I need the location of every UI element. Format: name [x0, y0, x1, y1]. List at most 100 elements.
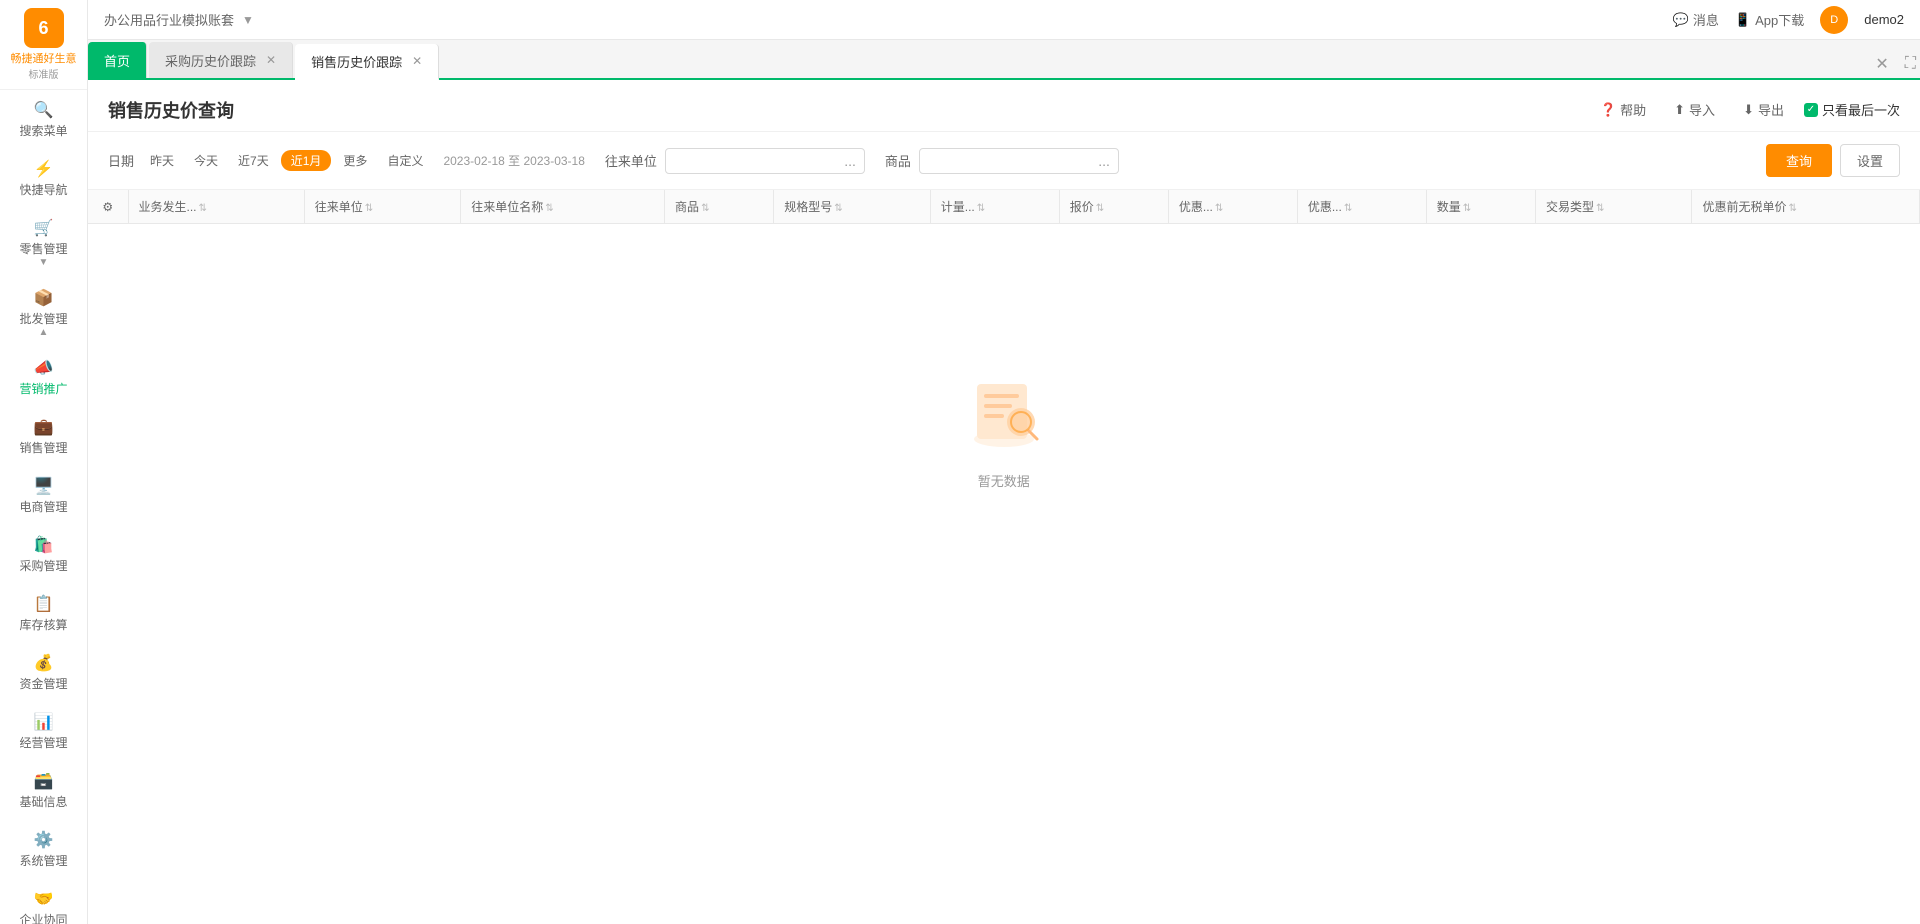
col-product[interactable]: 商品⇅ — [665, 190, 774, 224]
partner-dots-icon: ... — [844, 153, 856, 169]
checkbox-icon: ✓ — [1804, 103, 1818, 117]
logo-text: 畅捷通好生意 — [11, 50, 77, 66]
app-logo: 6 畅捷通好生意 标准版 — [0, 0, 87, 90]
sort-icon-spec: ⇅ — [834, 203, 842, 214]
table-header: ⚙ 业务发生...⇅ 往来单位⇅ 往来单位名称⇅ 商品⇅ — [88, 190, 1920, 224]
product-filter-group: 商品 ... — [885, 148, 1119, 174]
product-input[interactable]: ... — [919, 148, 1119, 174]
col-settings[interactable]: ⚙ — [88, 190, 128, 224]
col-unit[interactable]: 计量...⇅ — [930, 190, 1059, 224]
sidebar-item-enterprise[interactable]: 🤝 企业协同 — [0, 879, 87, 924]
search-icon: 🔍 — [34, 100, 54, 120]
empty-state: 暂无数据 — [88, 224, 1920, 624]
wholesale-icon: 📦 — [34, 288, 54, 308]
avatar-text: D — [1830, 14, 1838, 26]
col-partner-code[interactable]: 往来单位⇅ — [304, 190, 461, 224]
purchase-icon: 🛍️ — [34, 535, 54, 555]
sidebar: 6 畅捷通好生意 标准版 🔍 搜索菜单 ⚡ 快捷导航 🛒 零售管理 ▼ 📦 批发… — [0, 0, 88, 924]
sidebar-item-ecommerce[interactable]: 🖥️ 电商管理 — [0, 466, 87, 525]
topbar-dropdown[interactable]: ▼ — [242, 13, 254, 27]
col-quantity[interactable]: 数量⇅ — [1426, 190, 1535, 224]
sidebar-item-search-label: 搜索菜单 — [19, 122, 67, 139]
settings-button[interactable]: 设置 — [1840, 144, 1900, 177]
date-filter-group: 日期 昨天 今天 近7天 近1月 更多 自定义 2023-02-18 至 202… — [108, 150, 585, 171]
col-spec[interactable]: 规格型号⇅ — [774, 190, 931, 224]
table-container: ⚙ 业务发生...⇅ 往来单位⇅ 往来单位名称⇅ 商品⇅ — [88, 190, 1920, 924]
sidebar-item-inventory[interactable]: 📋 库存核算 — [0, 584, 87, 643]
window-close-button[interactable]: ✕ — [1871, 50, 1892, 78]
sort-icon-discount2: ⇅ — [1344, 203, 1352, 214]
filter-area: 日期 昨天 今天 近7天 近1月 更多 自定义 2023-02-18 至 202… — [88, 132, 1920, 190]
sort-icon-pre-tax-price: ⇅ — [1788, 203, 1796, 214]
partner-input[interactable]: ... — [665, 148, 865, 174]
import-button[interactable]: ⬆ 导入 — [1666, 96, 1723, 123]
chevron-up-icon: ▲ — [39, 327, 49, 338]
sidebar-item-operation[interactable]: 📊 经营管理 — [0, 702, 87, 761]
sidebar-item-wholesale[interactable]: 📦 批发管理 ▲ — [0, 278, 87, 348]
date-btn-yesterday[interactable]: 昨天 — [142, 150, 182, 171]
user-avatar[interactable]: D — [1820, 6, 1848, 34]
sidebar-item-marketing[interactable]: 📣 营销推广 — [0, 348, 87, 407]
col-partner-name[interactable]: 往来单位名称⇅ — [461, 190, 665, 224]
sidebar-item-retail[interactable]: 🛒 零售管理 ▼ — [0, 208, 87, 278]
sidebar-item-basic[interactable]: 🗃️ 基础信息 — [0, 761, 87, 820]
sidebar-item-system[interactable]: ⚙️ 系统管理 — [0, 820, 87, 879]
sidebar-item-marketing-label: 营销推广 — [19, 380, 67, 397]
finance-icon: 💰 — [34, 653, 54, 673]
sidebar-item-inventory-label: 库存核算 — [19, 616, 67, 633]
sort-icon-partner-name: ⇅ — [545, 203, 553, 214]
sidebar-item-ecommerce-label: 电商管理 — [19, 498, 67, 515]
tab-home[interactable]: 首页 — [88, 42, 147, 78]
sidebar-item-system-label: 系统管理 — [19, 852, 67, 869]
col-pre-tax-price[interactable]: 优惠前无税单价⇅ — [1692, 190, 1920, 224]
tab-purchase-history[interactable]: 采购历史价跟踪 ✕ — [149, 42, 293, 78]
tab-sales-label: 销售历史价跟踪 — [311, 52, 402, 71]
export-button[interactable]: ⬇ 导出 — [1735, 96, 1792, 123]
col-discount2[interactable]: 优惠...⇅ — [1297, 190, 1426, 224]
retail-icon: 🛒 — [34, 218, 54, 238]
date-btn-custom[interactable]: 自定义 — [379, 150, 431, 171]
basic-icon: 🗃️ — [34, 771, 54, 791]
sort-icon-trade-type: ⇅ — [1596, 203, 1604, 214]
page-title: 销售历史价查询 — [108, 97, 234, 123]
page-actions: ❓ 帮助 ⬆ 导入 ⬇ 导出 ✓ 只看最后一次 — [1592, 96, 1900, 123]
tab-sales-history[interactable]: 销售历史价跟踪 ✕ — [295, 44, 439, 80]
query-button[interactable]: 查询 — [1766, 144, 1832, 177]
message-button[interactable]: 💬 消息 — [1673, 10, 1719, 29]
only-last-checkbox[interactable]: ✓ 只看最后一次 — [1804, 100, 1900, 119]
sidebar-item-shortcut[interactable]: ⚡ 快捷导航 — [0, 149, 87, 208]
tabs-bar: 首页 采购历史价跟踪 ✕ 销售历史价跟踪 ✕ ✕ ⛶ — [88, 40, 1920, 80]
tab-sales-close-icon[interactable]: ✕ — [412, 54, 422, 68]
col-discount1[interactable]: 优惠...⇅ — [1168, 190, 1297, 224]
col-quoted-price[interactable]: 报价⇅ — [1059, 190, 1168, 224]
ecommerce-icon: 🖥️ — [34, 476, 54, 496]
sidebar-item-operation-label: 经营管理 — [19, 734, 67, 751]
sidebar-item-sales-label: 销售管理 — [19, 439, 67, 456]
shortcut-icon: ⚡ — [34, 159, 54, 179]
operation-icon: 📊 — [34, 712, 54, 732]
sidebar-item-purchase[interactable]: 🛍️ 采购管理 — [0, 525, 87, 584]
topbar-title: 办公用品行业模拟账套 — [104, 10, 234, 29]
sidebar-item-sales[interactable]: 💼 销售管理 — [0, 407, 87, 466]
inventory-icon: 📋 — [34, 594, 54, 614]
system-icon: ⚙️ — [34, 830, 54, 850]
date-btn-more[interactable]: 更多 — [335, 150, 375, 171]
date-btn-today[interactable]: 今天 — [186, 150, 226, 171]
app-download-button[interactable]: 📱 App下载 — [1735, 10, 1804, 29]
date-filter-label: 日期 — [108, 151, 134, 170]
col-biz-date[interactable]: 业务发生...⇅ — [128, 190, 304, 224]
message-icon: 💬 — [1673, 12, 1689, 28]
window-maximize-button[interactable]: ⛶ — [1901, 51, 1920, 77]
tab-purchase-close-icon[interactable]: ✕ — [266, 53, 276, 67]
enterprise-icon: 🤝 — [34, 889, 54, 909]
col-trade-type[interactable]: 交易类型⇅ — [1535, 190, 1692, 224]
marketing-icon: 📣 — [34, 358, 54, 378]
sidebar-item-search[interactable]: 🔍 搜索菜单 — [0, 90, 87, 149]
sort-icon-partner-code: ⇅ — [365, 203, 373, 214]
help-button[interactable]: ❓ 帮助 — [1592, 96, 1654, 123]
sidebar-item-finance[interactable]: 💰 资金管理 — [0, 643, 87, 702]
sort-icon-quantity: ⇅ — [1463, 203, 1471, 214]
date-btn-1month[interactable]: 近1月 — [281, 150, 332, 171]
date-btn-7days[interactable]: 近7天 — [230, 150, 277, 171]
logo-subtitle: 标准版 — [29, 66, 59, 81]
